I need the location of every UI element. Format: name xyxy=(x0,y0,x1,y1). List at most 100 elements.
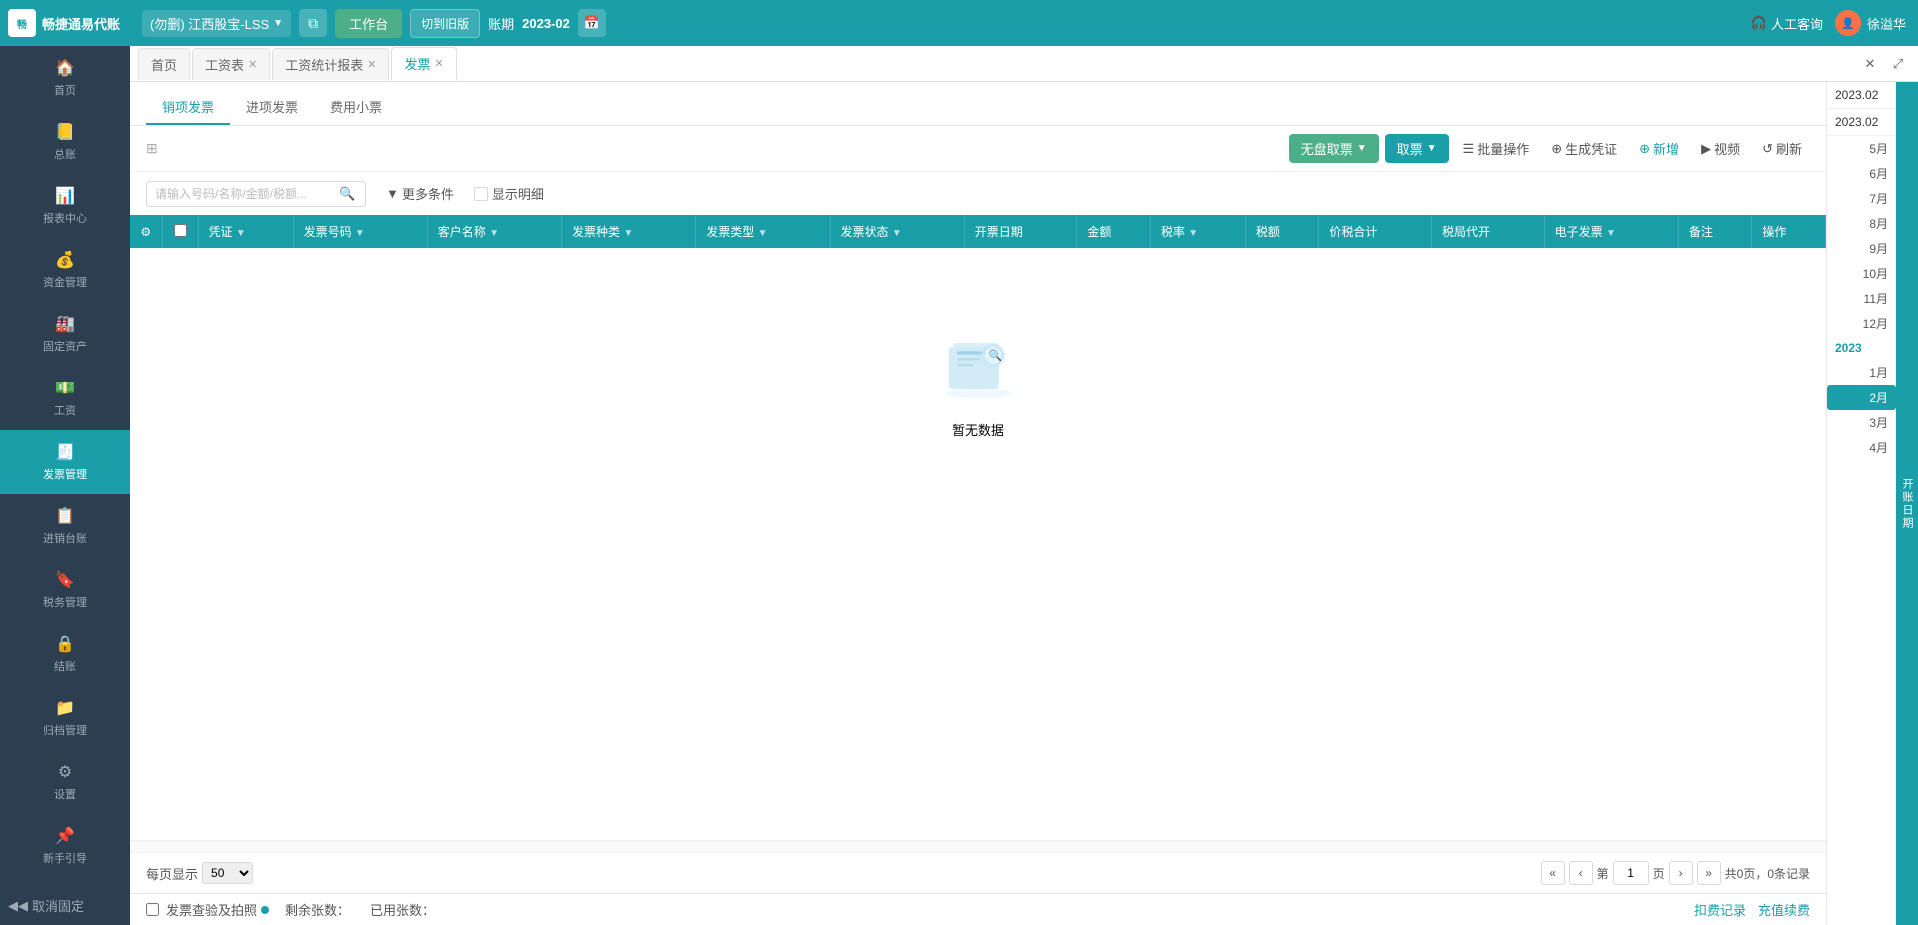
curr-month-4[interactable]: 4月 xyxy=(1827,435,1896,460)
deduct-record-link[interactable]: 扣费记录 xyxy=(1694,900,1746,919)
company-selector[interactable]: (勿删) 江西股宝-LSS ▼ xyxy=(142,10,291,37)
col-checkbox[interactable] xyxy=(162,215,198,248)
sub-tab-purchase[interactable]: 进项发票 xyxy=(230,90,314,125)
tab-salary-close[interactable]: ✕ xyxy=(248,58,257,71)
curr-month-3[interactable]: 3月 xyxy=(1827,410,1896,435)
generate-voucher-button[interactable]: ⊕ 生成凭证 xyxy=(1543,135,1625,162)
refresh-label: 刷新 xyxy=(1776,139,1802,158)
new-button[interactable]: ⊕ 新增 xyxy=(1631,135,1687,162)
prev-month-6[interactable]: 10月 xyxy=(1827,261,1896,286)
sidebar-item-close[interactable]: 🔒 结账 xyxy=(0,622,130,686)
salary-label: 工资 xyxy=(54,402,76,418)
remaining-label: 剩余张数： xyxy=(285,900,350,919)
batch-icon: ☰ xyxy=(1463,141,1475,157)
sidebar-item-ledger[interactable]: 📒 总账 xyxy=(0,110,130,174)
sub-tab-sales[interactable]: 销项发票 xyxy=(146,90,230,125)
sidebar-item-settings[interactable]: ⚙ 设置 xyxy=(0,750,130,814)
refresh-button[interactable]: ↺ 刷新 xyxy=(1754,135,1810,162)
sidebar-item-sales[interactable]: 📋 进销台账 xyxy=(0,494,130,558)
col-amount: 金额 xyxy=(1077,215,1150,248)
page-word: 第 xyxy=(1597,865,1609,882)
page-number-input[interactable] xyxy=(1613,861,1649,885)
verify-checkbox[interactable] xyxy=(146,903,159,916)
page-size-label: 每页显示 xyxy=(146,864,198,883)
sidebar-item-member[interactable]: 👑 畅会员 xyxy=(0,878,130,886)
sidebar-item-invoice[interactable]: 🧾 发票管理 xyxy=(0,430,130,494)
switch-old-version-button[interactable]: 切到旧版 xyxy=(410,9,480,38)
user-info[interactable]: 👤 徐溢华 xyxy=(1835,10,1906,36)
curr-month-1[interactable]: 1月 xyxy=(1827,360,1896,385)
video-button[interactable]: ▶ 视频 xyxy=(1693,135,1748,162)
prev-month-3[interactable]: 7月 xyxy=(1827,186,1896,211)
sub-tab-expense[interactable]: 费用小票 xyxy=(314,90,398,125)
tab-home-label: 首页 xyxy=(151,55,177,74)
prev-page-button[interactable]: ‹ xyxy=(1569,861,1593,885)
prev-month-2[interactable]: 6月 xyxy=(1827,161,1896,186)
take-ticket-button[interactable]: 取票 ▼ xyxy=(1385,134,1449,163)
workspace-button[interactable]: 工作台 xyxy=(335,9,402,38)
sub-tabs: 销项发票进项发票费用小票 xyxy=(130,82,1826,126)
horizontal-scroll[interactable] xyxy=(130,840,1826,852)
close-tab-icon[interactable]: ✕ xyxy=(1858,52,1882,76)
support-link[interactable]: 🎧 人工客询 xyxy=(1751,14,1823,33)
search-icon[interactable]: 🔍 xyxy=(339,186,355,202)
no-take-ticket-button[interactable]: 无盘取票 ▼ xyxy=(1289,134,1379,163)
search-input[interactable] xyxy=(155,187,335,201)
support-label: 人工客询 xyxy=(1771,14,1823,33)
prev-month-8[interactable]: 12月 xyxy=(1827,311,1896,336)
archive-label: 归档管理 xyxy=(43,722,87,738)
settings-icon: ⚙ xyxy=(58,762,72,782)
last-page-button[interactable]: » xyxy=(1697,861,1721,885)
maximize-icon[interactable]: ⤢ xyxy=(1886,52,1910,76)
app-name: 畅捷通易代账 xyxy=(42,14,120,33)
topbar: (勿删) 江西股宝-LSS ▼ ⧉ 工作台 切到旧版 账期 2023-02 📅 … xyxy=(130,0,1918,46)
sidebar-item-salary[interactable]: 💵 工资 xyxy=(0,366,130,430)
sidebar-item-funds[interactable]: 💰 资金管理 xyxy=(0,238,130,302)
page-size-select[interactable]: 50 10 20 100 xyxy=(202,862,253,884)
tab-invoice[interactable]: 发票✕ xyxy=(391,47,456,81)
main-area: (勿删) 江西股宝-LSS ▼ ⧉ 工作台 切到旧版 账期 2023-02 📅 … xyxy=(130,0,1918,925)
company-copy-icon[interactable]: ⧉ xyxy=(299,9,327,37)
sidebar-item-reports[interactable]: 📊 报表中心 xyxy=(0,174,130,238)
sidebar-bottom-action[interactable]: ◀◀ 取消固定 xyxy=(0,886,130,925)
recharge-link[interactable]: 充值续费 xyxy=(1758,900,1810,919)
topbar-right: 🎧 人工客询 👤 徐溢华 xyxy=(1751,10,1906,36)
tabbar: 首页工资表✕工资统计报表✕发票✕ ✕ ⤢ xyxy=(130,46,1918,82)
prev-month-5[interactable]: 9月 xyxy=(1827,236,1896,261)
empty-state: 🔍 暂无数据 xyxy=(130,248,1826,519)
batch-op-button[interactable]: ☰ 批量操作 xyxy=(1455,135,1538,162)
assets-icon: 🏭 xyxy=(55,314,75,334)
col-settings[interactable]: ⚙ xyxy=(130,215,162,248)
sidebar-item-archive[interactable]: 📁 归档管理 xyxy=(0,686,130,750)
first-page-button[interactable]: « xyxy=(1541,861,1565,885)
calendar-icon[interactable]: 📅 xyxy=(578,9,606,37)
sidebar: 畅 畅捷通易代账 🏠 首页📒 总账📊 报表中心💰 资金管理🏭 固定资产💵 工资🧾… xyxy=(0,0,130,925)
show-detail-checkbox[interactable] xyxy=(474,187,488,201)
tab-salary-stat[interactable]: 工资统计报表✕ xyxy=(272,48,389,80)
prev-month-4[interactable]: 8月 xyxy=(1827,211,1896,236)
remaining-item: 剩余张数： xyxy=(285,900,354,919)
company-name: (勿删) 江西股宝-LSS xyxy=(150,14,269,33)
more-conditions-label: 更多条件 xyxy=(402,184,454,203)
prev-month-7[interactable]: 11月 xyxy=(1827,286,1896,311)
open-period-side[interactable]: 开账日期 xyxy=(1896,82,1918,925)
invoice-table: ⚙ 凭证 ▼ 发票号码 ▼ 客户名称 ▼ 发票种类 ▼ 发票类型 ▼ 发票状态 … xyxy=(130,215,1826,248)
prev-month-1[interactable]: 5月 xyxy=(1827,136,1896,161)
tab-invoice-close[interactable]: ✕ xyxy=(435,57,444,70)
next-page-button[interactable]: › xyxy=(1669,861,1693,885)
curr-month-2[interactable]: 2月 xyxy=(1827,385,1896,410)
show-detail-wrap[interactable]: 显示明细 xyxy=(474,184,544,203)
tab-salary-stat-close[interactable]: ✕ xyxy=(367,58,376,71)
sidebar-item-home[interactable]: 🏠 首页 xyxy=(0,46,130,110)
tab-salary[interactable]: 工资表✕ xyxy=(192,48,270,80)
cat-sort-icon: ▼ xyxy=(758,228,768,239)
sidebar-item-assets[interactable]: 🏭 固定资产 xyxy=(0,302,130,366)
sidebar-item-tax[interactable]: 🔖 税务管理 xyxy=(0,558,130,622)
tab-home[interactable]: 首页 xyxy=(138,48,190,80)
select-all-checkbox[interactable] xyxy=(174,224,187,237)
invoice-icon: 🧾 xyxy=(55,442,75,462)
grid-icon-wrap: ⊞ xyxy=(146,140,158,157)
more-conditions-button[interactable]: ▼ 更多条件 xyxy=(378,180,462,207)
salary-icon: 💵 xyxy=(55,378,75,398)
sidebar-item-guide[interactable]: 📌 新手引导 xyxy=(0,814,130,878)
